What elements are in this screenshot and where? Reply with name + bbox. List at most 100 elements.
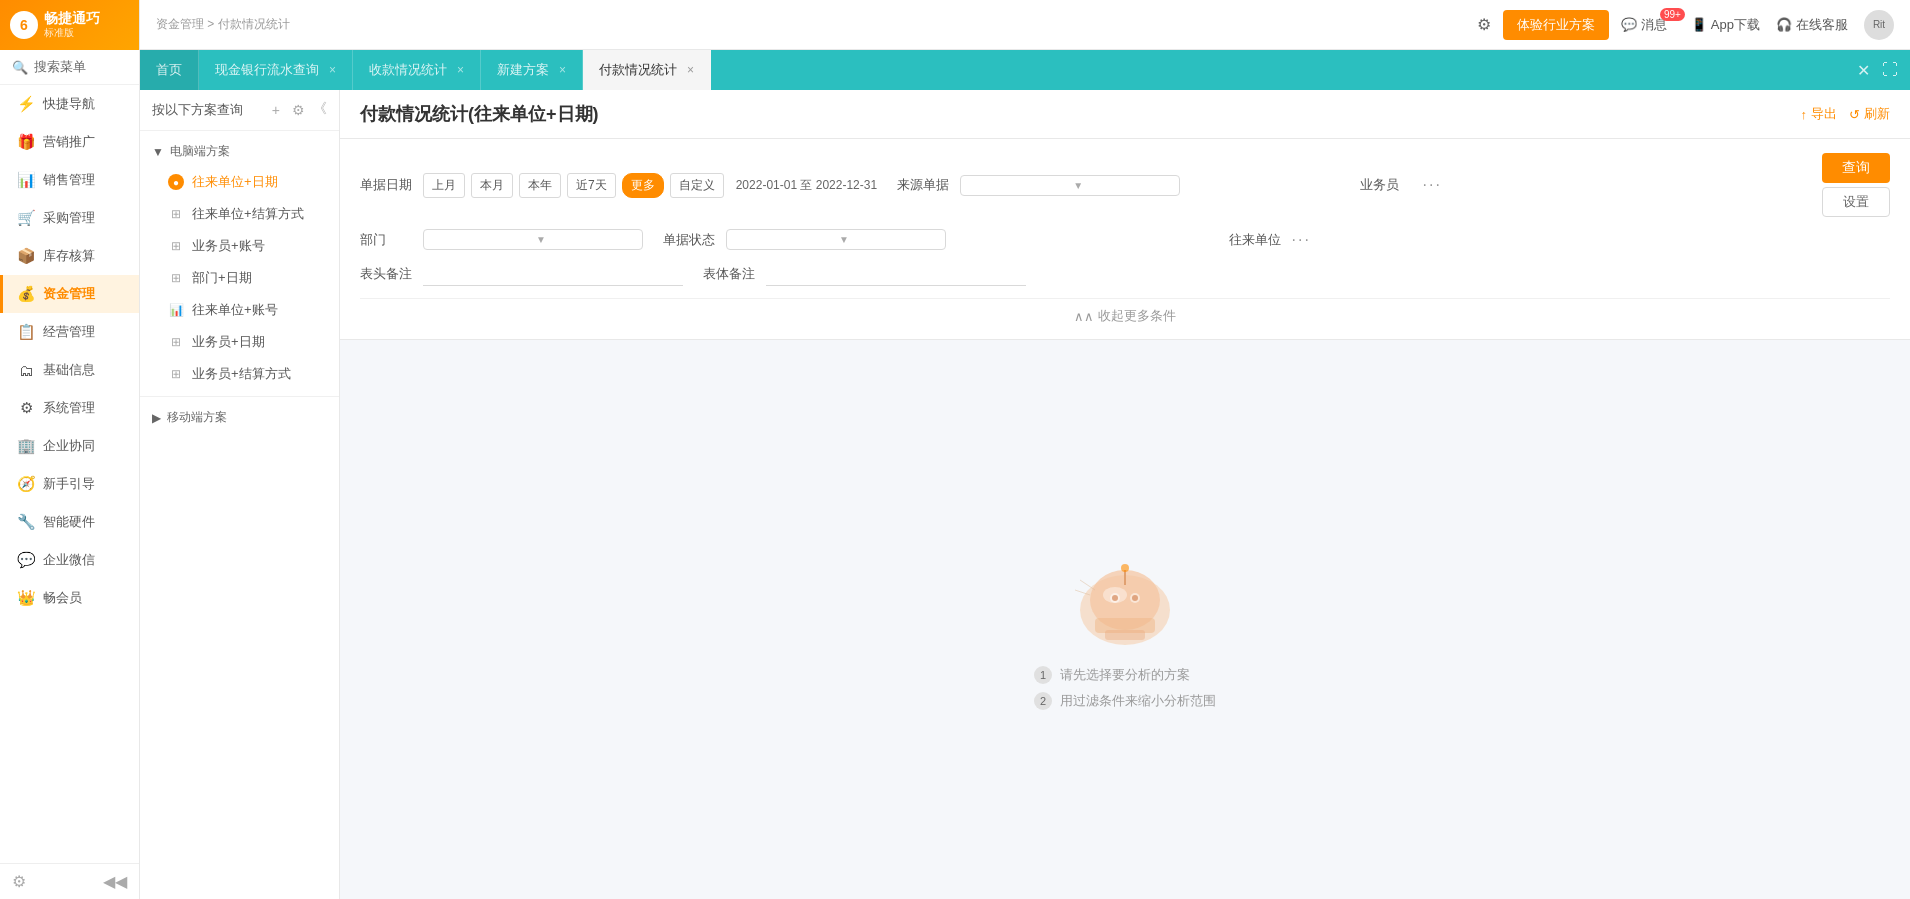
sidebar-item-guide[interactable]: 🧭 新手引导 bbox=[0, 465, 139, 503]
query-button[interactable]: 查询 bbox=[1822, 153, 1890, 183]
sidebar-item-inventory[interactable]: 📦 库存核算 bbox=[0, 237, 139, 275]
filter-row-3: 表头备注 表体备注 bbox=[360, 262, 1890, 286]
date-range-display: 2022-01-01 至 2022-12-31 bbox=[736, 177, 877, 194]
tab-receipt-close[interactable]: × bbox=[457, 63, 464, 77]
tab-bank[interactable]: 现金银行流水查询 × bbox=[199, 50, 353, 90]
content-area: 按以下方案查询 + ⚙ 《 ▼ 电脑端方案 ● 往来单位+日期 ⊞ bbox=[140, 90, 1910, 899]
operation-icon: 📋 bbox=[17, 323, 35, 341]
sidebar-item-system[interactable]: ⚙ 系统管理 bbox=[0, 389, 139, 427]
expand-tabs-icon[interactable]: ⛶ bbox=[1878, 57, 1902, 83]
date-btn-last-month[interactable]: 上月 bbox=[423, 173, 465, 198]
mobile-group-arrow: ▶ bbox=[152, 411, 161, 425]
tab-receipt[interactable]: 收款情况统计 × bbox=[353, 50, 481, 90]
date-btn-custom[interactable]: 自定义 bbox=[670, 173, 724, 198]
salesman-more-btn[interactable]: ··· bbox=[1423, 176, 1442, 194]
sidebar-item-enterprise[interactable]: 🏢 企业协同 bbox=[0, 427, 139, 465]
desktop-group-arrow: ▼ bbox=[152, 145, 164, 159]
sidebar-search[interactable]: 🔍 搜索菜单 bbox=[0, 50, 139, 85]
scheme-settings-btn[interactable]: ⚙ bbox=[288, 100, 309, 120]
scheme-item-salesman-date[interactable]: ⊞ 业务员+日期 bbox=[140, 326, 339, 358]
tab-new-label: 新建方案 bbox=[497, 61, 549, 79]
date-btn-more[interactable]: 更多 bbox=[622, 173, 664, 198]
tab-payment-close[interactable]: × bbox=[687, 63, 694, 77]
scheme-item-unit-date[interactable]: ● 往来单位+日期 bbox=[140, 166, 339, 198]
wechat-icon: 💬 bbox=[17, 551, 35, 569]
sidebar-item-shortcut[interactable]: ⚡ 快捷导航 bbox=[0, 85, 139, 123]
date-btn-this-year[interactable]: 本年 bbox=[519, 173, 561, 198]
collapse-icon: ∧∧ bbox=[1074, 309, 1094, 324]
partner-more-btn[interactable]: ··· bbox=[1292, 231, 1311, 249]
marketing-icon: 🎁 bbox=[17, 133, 35, 151]
scheme-item-label: 业务员+结算方式 bbox=[192, 365, 291, 383]
page-header: 付款情况统计(往来单位+日期) ↑ 导出 ↺ 刷新 bbox=[340, 90, 1910, 139]
purchase-icon: 🛒 bbox=[17, 209, 35, 227]
sidebar-item-purchase[interactable]: 🛒 采购管理 bbox=[0, 199, 139, 237]
desktop-group-title[interactable]: ▼ 电脑端方案 bbox=[140, 137, 339, 166]
mobile-group-label: 移动端方案 bbox=[167, 409, 227, 426]
tip-num-2: 2 bbox=[1034, 692, 1052, 710]
tab-home[interactable]: 首页 bbox=[140, 50, 199, 90]
bill-status-select[interactable]: ▼ bbox=[726, 229, 946, 250]
scheme-table-icon: ⊞ bbox=[168, 206, 184, 222]
scheme-item-unit-account[interactable]: 📊 往来单位+账号 bbox=[140, 294, 339, 326]
scheme-item-salesman-settle[interactable]: ⊞ 业务员+结算方式 bbox=[140, 358, 339, 390]
sidebar-item-marketing[interactable]: 🎁 营销推广 bbox=[0, 123, 139, 161]
sidebar-item-label: 基础信息 bbox=[43, 361, 95, 379]
header-note-label: 表头备注 bbox=[360, 265, 415, 283]
sidebar-item-wechat[interactable]: 💬 企业微信 bbox=[0, 541, 139, 579]
scheme-table-icon3: ⊞ bbox=[168, 270, 184, 286]
scheme-item-unit-settle[interactable]: ⊞ 往来单位+结算方式 bbox=[140, 198, 339, 230]
sidebar-brand: 畅捷通巧 标准版 bbox=[44, 10, 100, 41]
sidebar-item-hardware[interactable]: 🔧 智能硬件 bbox=[0, 503, 139, 541]
filter-cell-salesman: 业务员 ··· bbox=[1360, 176, 1802, 194]
page-actions: ↑ 导出 ↺ 刷新 bbox=[1801, 105, 1891, 123]
sidebar-item-label: 销售管理 bbox=[43, 171, 95, 189]
app-download-label: App下载 bbox=[1711, 16, 1760, 34]
tab-bank-close[interactable]: × bbox=[329, 63, 336, 77]
message-icon: 💬 bbox=[1621, 17, 1637, 32]
online-service-btn[interactable]: 🎧 在线客服 bbox=[1776, 16, 1848, 34]
mobile-group-title[interactable]: ▶ 移动端方案 bbox=[140, 403, 339, 432]
filter-cell-date: 单据日期 上月 本月 本年 近7天 更多 自定义 2022-01-01 至 20… bbox=[360, 173, 877, 198]
collapse-panel-btn[interactable]: 《 bbox=[313, 100, 327, 120]
source-bill-arrow: ▼ bbox=[1073, 180, 1171, 191]
logo-icon: 6 bbox=[10, 11, 38, 39]
tab-new[interactable]: 新建方案 × bbox=[481, 50, 583, 90]
date-btn-7days[interactable]: 近7天 bbox=[567, 173, 616, 198]
dept-select[interactable]: ▼ bbox=[423, 229, 643, 250]
setting-button[interactable]: 设置 bbox=[1822, 187, 1890, 217]
tab-payment[interactable]: 付款情况统计 × bbox=[583, 50, 711, 90]
sidebar-item-sales[interactable]: 📊 销售管理 bbox=[0, 161, 139, 199]
sidebar-item-member[interactable]: 👑 畅会员 bbox=[0, 579, 139, 617]
export-label: 导出 bbox=[1811, 105, 1837, 123]
empty-tip-2: 2 用过滤条件来缩小分析范围 bbox=[1034, 692, 1216, 710]
search-icon: 🔍 bbox=[12, 60, 28, 75]
scheme-item-salesman-account[interactable]: ⊞ 业务员+账号 bbox=[140, 230, 339, 262]
scheme-item-dept-date[interactable]: ⊞ 部门+日期 bbox=[140, 262, 339, 294]
source-bill-select[interactable]: ▼ bbox=[960, 175, 1180, 196]
close-all-tabs-icon[interactable]: ✕ bbox=[1853, 57, 1874, 84]
sidebar-item-basic[interactable]: 🗂 基础信息 bbox=[0, 351, 139, 389]
trial-button[interactable]: 体验行业方案 bbox=[1503, 10, 1609, 40]
tabbar-actions: ✕ ⛶ bbox=[1845, 50, 1910, 90]
refresh-button[interactable]: ↺ 刷新 bbox=[1849, 105, 1890, 123]
message-btn[interactable]: 💬 消息 99+ bbox=[1621, 16, 1675, 34]
collapse-more-btn[interactable]: ∧∧ 收起更多条件 bbox=[360, 298, 1890, 333]
app-download-btn[interactable]: 📱 App下载 bbox=[1691, 16, 1760, 34]
desktop-group-label: 电脑端方案 bbox=[170, 143, 230, 160]
export-button[interactable]: ↑ 导出 bbox=[1801, 105, 1838, 123]
sidebar-item-operation[interactable]: 📋 经营管理 bbox=[0, 313, 139, 351]
header-note-input[interactable] bbox=[423, 262, 683, 286]
sidebar-item-capital[interactable]: 💰 资金管理 bbox=[0, 275, 139, 313]
add-scheme-btn[interactable]: + bbox=[268, 100, 284, 120]
settings-icon[interactable]: ⚙ bbox=[1477, 15, 1491, 34]
filter-cell-bill-status: 单据状态 ▼ bbox=[663, 229, 1209, 250]
dept-label: 部门 bbox=[360, 231, 415, 249]
body-note-input[interactable] bbox=[766, 262, 1026, 286]
user-avatar[interactable]: Rit bbox=[1864, 10, 1894, 40]
collapse-sidebar-icon[interactable]: ◀◀ bbox=[103, 872, 127, 891]
settings-footer-icon[interactable]: ⚙ bbox=[12, 872, 26, 891]
tab-new-close[interactable]: × bbox=[559, 63, 566, 77]
empty-tip-1: 1 请先选择要分析的方案 bbox=[1034, 666, 1216, 684]
date-btn-this-month[interactable]: 本月 bbox=[471, 173, 513, 198]
